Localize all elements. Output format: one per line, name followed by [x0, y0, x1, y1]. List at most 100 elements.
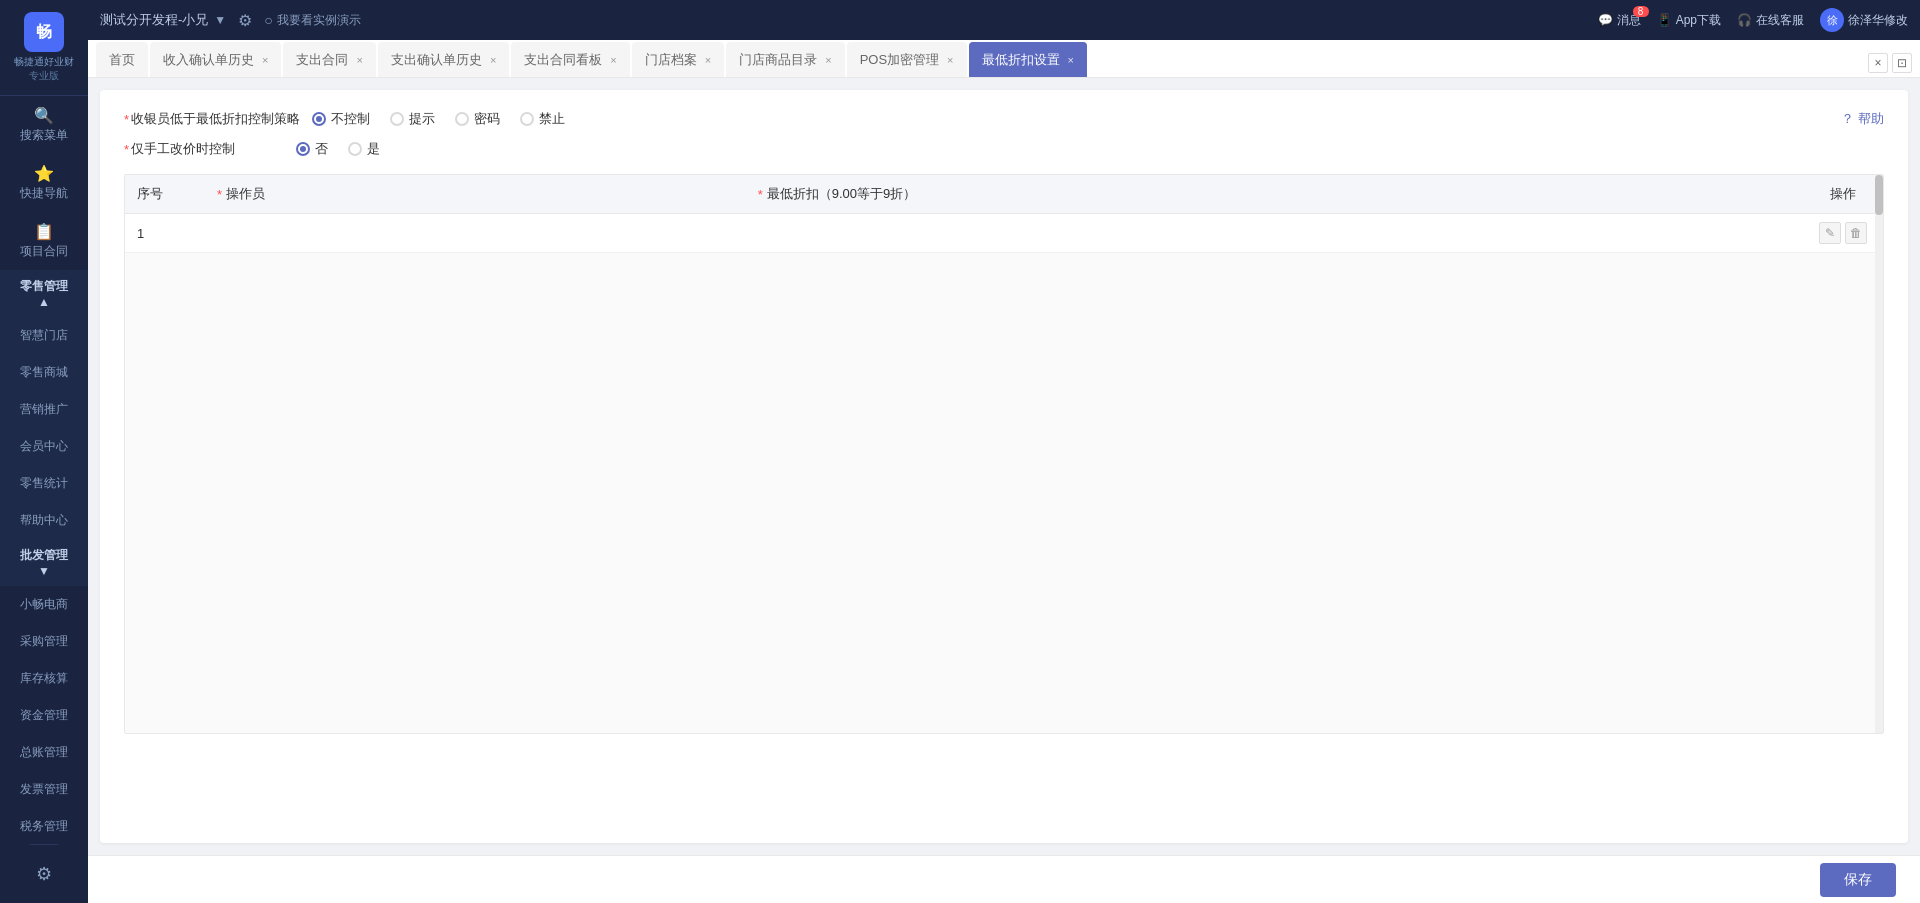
help-link[interactable]: ？ 帮助	[1841, 110, 1884, 128]
cell-action: ✎ 🗑	[1803, 214, 1883, 252]
table-row: 1 ✎ 🗑	[125, 214, 1883, 253]
radio-no-control[interactable]: 不控制	[312, 110, 370, 128]
close-icon[interactable]: ×	[490, 54, 496, 66]
demo-text: 我要看实例演示	[277, 12, 361, 29]
sidebar-item-ecommerce[interactable]: 小畅电商	[0, 586, 88, 623]
sidebar-item-inventory[interactable]: 库存核算	[0, 660, 88, 697]
save-button[interactable]: 保存	[1820, 863, 1896, 897]
cell-discount[interactable]	[746, 225, 1803, 241]
sidebar-item-project-contract[interactable]: 📋 项目合同	[0, 212, 88, 270]
logo-icon: 畅	[24, 12, 64, 52]
tab-payment-confirm-history-label: 支出确认单历史	[391, 51, 482, 69]
tab-pos-password-mgmt-label: POS加密管理	[860, 51, 939, 69]
row-edit-button[interactable]: ✎	[1819, 222, 1841, 244]
question-icon: ？	[1841, 110, 1854, 128]
tab-home[interactable]: 首页	[96, 42, 148, 77]
expand-tab-button[interactable]: ⊡	[1892, 53, 1912, 73]
sidebar-item-purchase-mgmt[interactable]: 采购管理	[0, 623, 88, 660]
sidebar-item-smart-store[interactable]: 智慧门店	[0, 317, 88, 354]
tab-income-confirm-history-label: 收入确认单历史	[163, 51, 254, 69]
project-selector[interactable]: 测试分开发程-小兄 ▼	[100, 11, 226, 29]
tab-payment-confirm-history[interactable]: 支出确认单历史 ×	[378, 42, 509, 77]
online-support-action[interactable]: 🎧 在线客服	[1737, 12, 1804, 29]
radio-prompt[interactable]: 提示	[390, 110, 435, 128]
tab-controls: × ⊡	[1868, 53, 1912, 77]
tab-income-confirm-history[interactable]: 收入确认单历史 ×	[150, 42, 281, 77]
close-icon[interactable]: ×	[610, 54, 616, 66]
close-icon[interactable]: ×	[356, 54, 362, 66]
close-icon[interactable]: ×	[1068, 54, 1074, 66]
close-tab-button[interactable]: ×	[1868, 53, 1888, 73]
messages-action[interactable]: 💬 消息 8	[1598, 12, 1641, 29]
tab-store-archive-label: 门店档案	[645, 51, 697, 69]
sidebar-item-tax-mgmt[interactable]: 税务管理	[0, 808, 88, 844]
sidebar-item-search[interactable]: 🔍 搜索菜单	[0, 96, 88, 154]
sidebar-item-invoice-mgmt[interactable]: 发票管理	[0, 771, 88, 808]
tab-pos-password-mgmt[interactable]: POS加密管理 ×	[847, 42, 967, 77]
topbar-actions: 💬 消息 8 📱 App下载 🎧 在线客服 徐 徐泽华修改	[1598, 8, 1908, 32]
demo-link[interactable]: ○ 我要看实例演示	[264, 12, 360, 29]
delete-icon: 🗑	[1850, 226, 1862, 240]
tab-min-discount-setting[interactable]: 最低折扣设置 ×	[969, 42, 1087, 77]
avatar: 徐	[1820, 8, 1844, 32]
app-icon: 📱	[1657, 13, 1672, 27]
scrollbar-thumb[interactable]	[1875, 175, 1883, 215]
content-wrapper: ？ 帮助 * 收银员低于最低折扣控制策略	[88, 78, 1920, 903]
sidebar-item-retail-stats[interactable]: 零售统计	[0, 465, 88, 502]
star-icon: ⭐	[34, 164, 54, 183]
table-scrollbar[interactable]	[1875, 175, 1883, 733]
sidebar-item-help-center[interactable]: 帮助中心	[0, 502, 88, 539]
tab-payment-contract-label: 支出合同	[296, 51, 348, 69]
tab-store-catalog[interactable]: 门店商品目录 ×	[726, 42, 844, 77]
table-empty-area	[125, 253, 1883, 733]
app-download-action[interactable]: 📱 App下载	[1657, 12, 1721, 29]
edit-icon: ✎	[1825, 226, 1835, 240]
discount-control-label: * 收银员低于最低折扣控制策略	[124, 110, 300, 128]
sidebar-logo: 畅 畅捷通好业财 专业版	[0, 0, 88, 96]
settings-icon[interactable]: ⚙	[30, 857, 58, 891]
sidebar-item-retail-mall[interactable]: 零售商城	[0, 354, 88, 391]
app-download-label: App下载	[1676, 12, 1721, 29]
main-content: ？ 帮助 * 收银员低于最低折扣控制策略	[88, 78, 1920, 855]
tab-payment-contract-board[interactable]: 支出合同看板 ×	[511, 42, 629, 77]
form-section: * 收银员低于最低折扣控制策略 不控制	[124, 110, 1884, 158]
sidebar-item-member-center[interactable]: 会员中心	[0, 428, 88, 465]
row-delete-button[interactable]: 🗑	[1845, 222, 1867, 244]
main-area: 测试分开发程-小兄 ▼ ⚙ ○ 我要看实例演示 💬 消息 8 📱 App下载 🎧…	[88, 0, 1920, 903]
radio-circle-password	[455, 112, 469, 126]
close-icon[interactable]: ×	[705, 54, 711, 66]
sidebar-item-wholesale-mgmt[interactable]: 批发管理 ▼	[0, 539, 88, 586]
demo-icon: ○	[264, 12, 272, 28]
col-header-operator: * 操作员	[205, 175, 746, 213]
radio-no[interactable]: 否	[296, 140, 328, 158]
close-icon[interactable]: ×	[262, 54, 268, 66]
topbar: 测试分开发程-小兄 ▼ ⚙ ○ 我要看实例演示 💬 消息 8 📱 App下载 🎧…	[88, 0, 1920, 40]
radio-forbid[interactable]: 禁止	[520, 110, 565, 128]
logo-name: 畅捷通好业财	[14, 55, 74, 69]
table-header: 序号 * 操作员 * 最低折扣（9.00等于9折） 操作	[125, 175, 1883, 214]
manual-price-label: * 仅手工改价时控制	[124, 140, 284, 158]
close-icon[interactable]: ×	[825, 54, 831, 66]
project-dropdown-icon: ▼	[214, 13, 226, 27]
topbar-settings-icon[interactable]: ⚙	[238, 11, 252, 30]
sidebar-item-marketing[interactable]: 营销推广	[0, 391, 88, 428]
user-menu[interactable]: 徐 徐泽华修改	[1820, 8, 1908, 32]
tab-payment-contract[interactable]: 支出合同 ×	[283, 42, 375, 77]
sidebar-item-retail-mgmt[interactable]: 零售管理 ▲	[0, 270, 88, 317]
tab-store-archive[interactable]: 门店档案 ×	[632, 42, 724, 77]
sidebar-item-accounting[interactable]: 总账管理	[0, 734, 88, 771]
contract-icon: 📋	[34, 222, 54, 241]
radio-circle-no	[296, 142, 310, 156]
radio-circle-yes	[348, 142, 362, 156]
radio-password[interactable]: 密码	[455, 110, 500, 128]
discount-control-row: * 收银员低于最低折扣控制策略 不控制	[124, 110, 1884, 128]
sidebar-item-fund-mgmt[interactable]: 资金管理	[0, 697, 88, 734]
required-mark: *	[124, 112, 129, 127]
required-mark2: *	[124, 142, 129, 157]
cell-operator[interactable]	[205, 225, 746, 241]
help-label: 帮助	[1858, 110, 1884, 128]
cell-seq: 1	[125, 218, 205, 249]
close-icon[interactable]: ×	[947, 54, 953, 66]
radio-yes[interactable]: 是	[348, 140, 380, 158]
sidebar-item-quick-nav[interactable]: ⭐ 快捷导航	[0, 154, 88, 212]
